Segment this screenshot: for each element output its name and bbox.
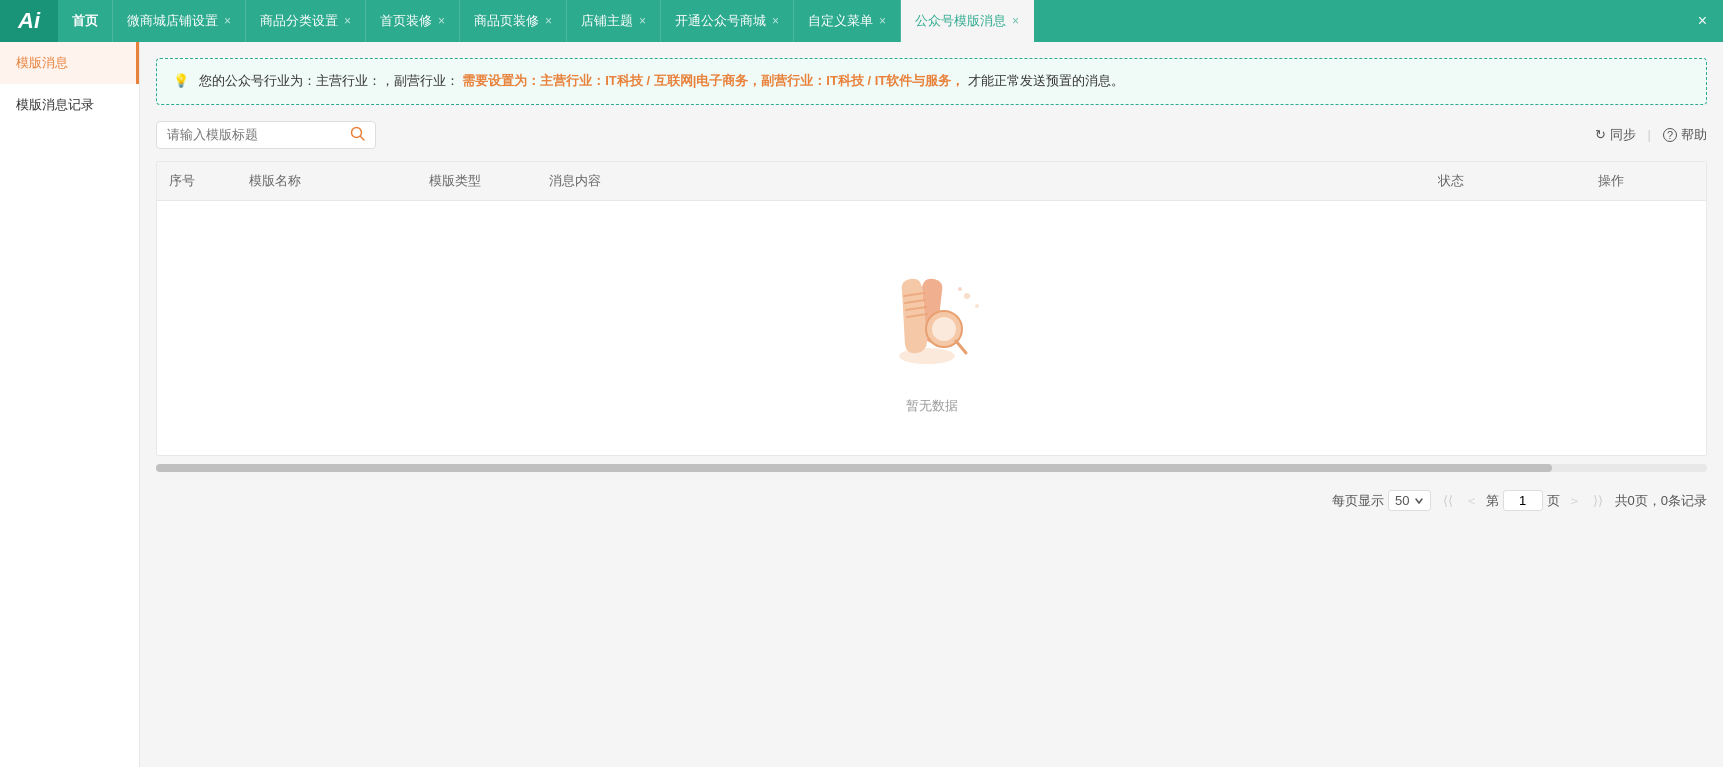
tab-product-decor-label: 商品页装修 <box>474 12 539 30</box>
th-status: 状态 <box>1426 162 1586 200</box>
first-page-button[interactable]: ⟨⟨ <box>1439 491 1457 510</box>
tab-product-decor[interactable]: 商品页装修 × <box>460 0 567 42</box>
close-template-msg[interactable]: × <box>1012 14 1019 28</box>
th-type: 模版类型 <box>417 162 537 200</box>
page-size-dropdown[interactable]: 50 <box>1388 490 1430 511</box>
alert-box: 💡 您的公众号行业为：主营行业：，副营行业： 需要设置为：主营行业：IT科技 /… <box>156 58 1707 105</box>
tab-custom-menu-label: 自定义菜单 <box>808 12 873 30</box>
th-action: 操作 <box>1586 162 1706 200</box>
sidebar: 模版消息 模版消息记录 <box>0 42 140 767</box>
svg-line-1 <box>361 136 365 140</box>
th-name: 模版名称 <box>237 162 417 200</box>
page-unit: 页 <box>1547 492 1560 510</box>
alert-prefix: 您的公众号行业为：主营行业：，副营行业： <box>199 73 459 88</box>
tab-home-decor-label: 首页装修 <box>380 12 432 30</box>
alert-highlight: 需要设置为：主营行业：IT科技 / 互联网|电子商务，副营行业：IT科技 / I… <box>462 73 964 88</box>
tab-template-msg[interactable]: 公众号模版消息 × <box>901 0 1034 42</box>
page-word: 第 <box>1486 492 1499 510</box>
tab-custom-menu[interactable]: 自定义菜单 × <box>794 0 901 42</box>
divider: | <box>1648 127 1651 142</box>
page-navigation: ⟨⟨ ＜ 第 页 ＞ ⟩⟩ <box>1439 490 1607 512</box>
main-layout: 模版消息 模版消息记录 💡 您的公众号行业为：主营行业：，副营行业： 需要设置为… <box>0 42 1723 767</box>
prev-page-button[interactable]: ＜ <box>1461 490 1482 512</box>
last-page-button[interactable]: ⟩⟩ <box>1589 491 1607 510</box>
sync-button[interactable]: ↻ 同步 <box>1595 126 1636 144</box>
tab-template-msg-label: 公众号模版消息 <box>915 12 1006 30</box>
help-icon-circle: ? <box>1663 128 1677 142</box>
th-content: 消息内容 <box>537 162 1426 200</box>
scrollbar-thumb[interactable] <box>156 464 1552 472</box>
search-input[interactable] <box>167 127 346 142</box>
help-label: 帮助 <box>1681 126 1707 144</box>
page-size-select: 每页显示 50 <box>1332 490 1430 511</box>
search-bar: ↻ 同步 | ? 帮助 <box>156 121 1707 149</box>
tab-home[interactable]: 首页 <box>58 0 113 42</box>
help-button[interactable]: ? 帮助 <box>1663 126 1707 144</box>
chevron-down-icon <box>1414 496 1424 506</box>
search-actions: ↻ 同步 | ? 帮助 <box>1595 126 1707 144</box>
page-size-value: 50 <box>1395 493 1409 508</box>
alert-suffix: 才能正常发送预置的消息。 <box>968 73 1124 88</box>
sidebar-item-template-msg[interactable]: 模版消息 <box>0 42 139 84</box>
sidebar-item-template-msg-records[interactable]: 模版消息记录 <box>0 84 139 126</box>
close-home-decor[interactable]: × <box>438 14 445 28</box>
tab-home-label: 首页 <box>72 12 98 30</box>
bulb-icon: 💡 <box>173 73 189 88</box>
close-product-decor[interactable]: × <box>545 14 552 28</box>
close-custom-menu[interactable]: × <box>879 14 886 28</box>
content-area: 💡 您的公众号行业为：主营行业：，副营行业： 需要设置为：主营行业：IT科技 /… <box>140 42 1723 767</box>
empty-state: 暂无数据 <box>157 201 1706 455</box>
tab-shop-theme-label: 店铺主题 <box>581 12 633 30</box>
close-shop-theme[interactable]: × <box>639 14 646 28</box>
global-close-button[interactable]: × <box>1682 0 1723 42</box>
page-total: 共0页，0条记录 <box>1615 492 1707 510</box>
current-page-input[interactable] <box>1503 490 1543 511</box>
horizontal-scrollbar[interactable] <box>156 464 1707 472</box>
top-nav: Ai 首页 微商城店铺设置 × 商品分类设置 × 首页装修 × 商品页装修 × … <box>0 0 1723 42</box>
svg-point-8 <box>958 287 962 291</box>
next-page-button[interactable]: ＞ <box>1564 490 1585 512</box>
search-input-wrap[interactable] <box>156 121 376 149</box>
tab-category-label: 商品分类设置 <box>260 12 338 30</box>
empty-icon <box>872 261 992 381</box>
table-header: 序号 模版名称 模版类型 消息内容 状态 操作 <box>157 162 1706 201</box>
sync-label: 同步 <box>1610 126 1636 144</box>
page-size-label: 每页显示 <box>1332 492 1384 510</box>
sync-icon: ↻ <box>1595 127 1606 142</box>
svg-line-5 <box>956 341 966 353</box>
tab-home-decor[interactable]: 首页装修 × <box>366 0 460 42</box>
data-table: 序号 模版名称 模版类型 消息内容 状态 操作 <box>156 161 1707 456</box>
svg-point-7 <box>975 304 979 308</box>
empty-text: 暂无数据 <box>906 397 958 415</box>
tab-shop-settings-label: 微商城店铺设置 <box>127 12 218 30</box>
tab-category-settings[interactable]: 商品分类设置 × <box>246 0 366 42</box>
tab-shop-theme[interactable]: 店铺主题 × <box>567 0 661 42</box>
search-icon[interactable] <box>350 126 365 144</box>
tab-open-mall[interactable]: 开通公众号商城 × <box>661 0 794 42</box>
th-index: 序号 <box>157 162 237 200</box>
pagination: 每页显示 50 ⟨⟨ ＜ 第 页 ＞ ⟩⟩ 共0页，0条记录 <box>156 480 1707 516</box>
close-open-mall[interactable]: × <box>772 14 779 28</box>
tab-open-mall-label: 开通公众号商城 <box>675 12 766 30</box>
app-logo: Ai <box>0 0 58 42</box>
svg-point-4 <box>932 317 956 341</box>
svg-point-6 <box>964 293 970 299</box>
close-shop-settings[interactable]: × <box>224 14 231 28</box>
tab-shop-settings[interactable]: 微商城店铺设置 × <box>113 0 246 42</box>
close-category-settings[interactable]: × <box>344 14 351 28</box>
